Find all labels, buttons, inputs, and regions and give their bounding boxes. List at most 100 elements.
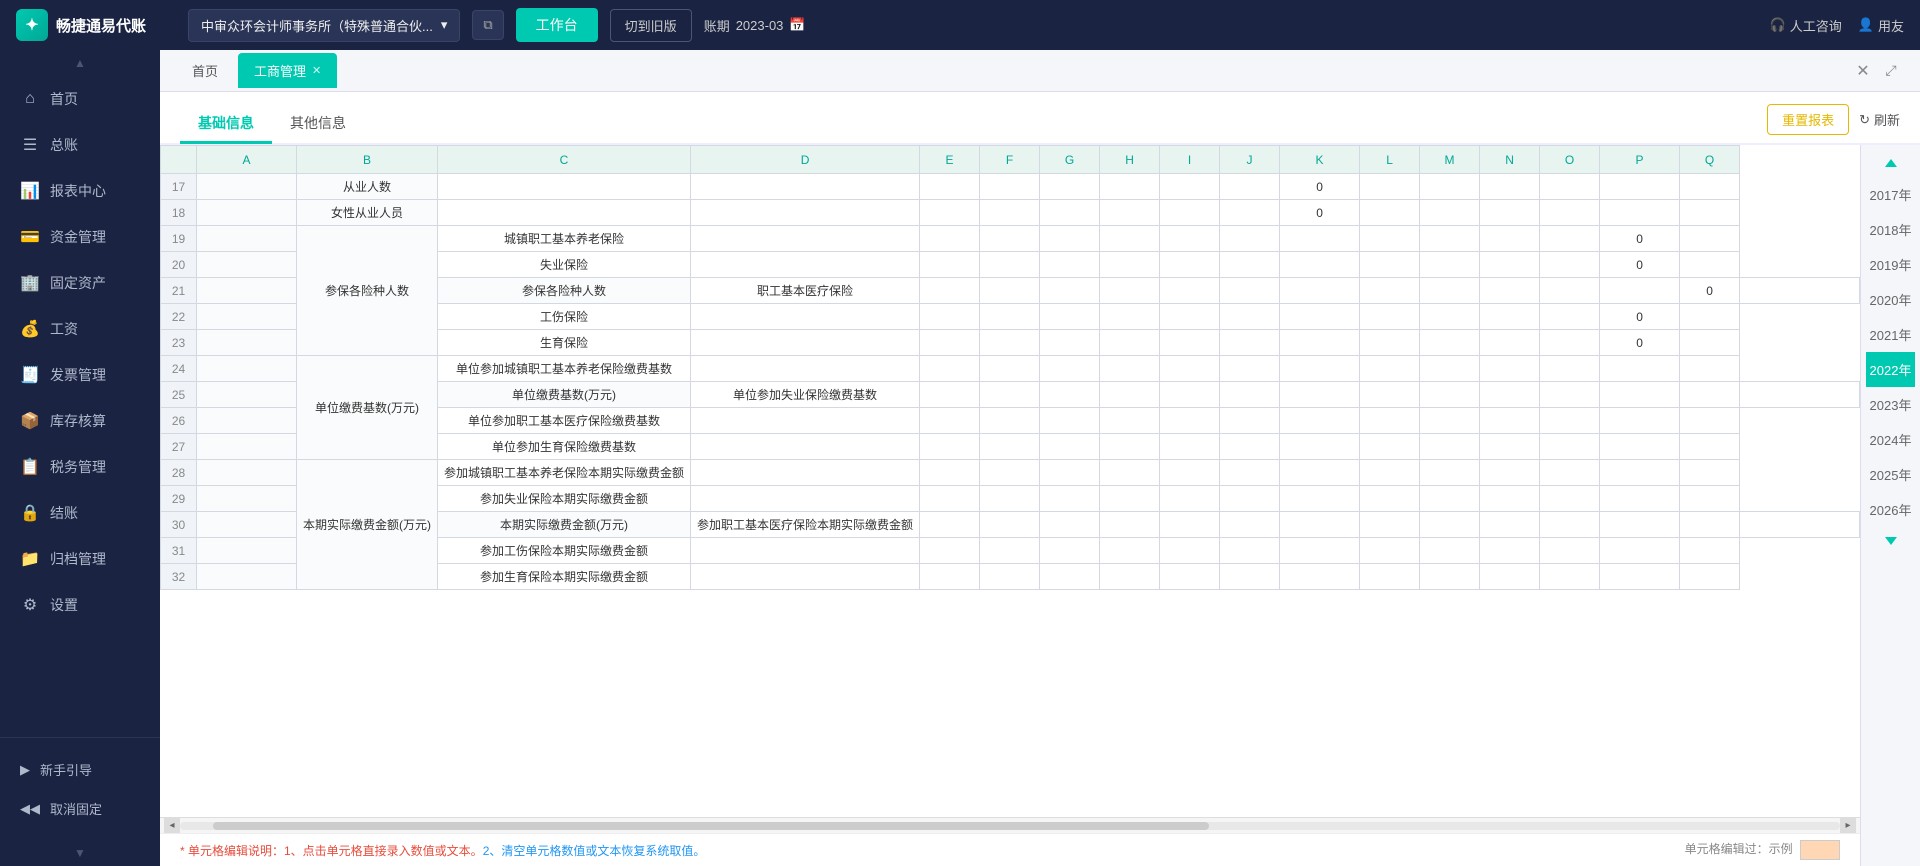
cell-b[interactable]: 本期实际缴费金额(万元)	[438, 512, 691, 538]
cell-n[interactable]	[1540, 382, 1600, 408]
sidebar-item-unpin[interactable]: ◀◀ 取消固定	[0, 789, 160, 828]
cell-g[interactable]	[1040, 564, 1100, 590]
cell-f[interactable]	[980, 330, 1040, 356]
cell-q[interactable]	[1680, 330, 1740, 356]
cell-d[interactable]	[691, 486, 920, 512]
cell-p[interactable]: 0	[1600, 252, 1680, 278]
cell-e[interactable]	[920, 564, 980, 590]
cell-m[interactable]	[1420, 564, 1480, 590]
cell-g[interactable]	[1040, 226, 1100, 252]
cell-h[interactable]	[1100, 226, 1160, 252]
cell-k[interactable]: 0	[1280, 200, 1360, 226]
company-selector[interactable]: 中审众环会计师事务所（特殊普通合伙... ▾	[188, 9, 460, 42]
cell-g[interactable]	[1040, 538, 1100, 564]
cell-f[interactable]	[980, 538, 1040, 564]
cell-f[interactable]	[980, 356, 1040, 382]
cell-g[interactable]	[1040, 252, 1100, 278]
sub-tab-other[interactable]: 其他信息	[272, 105, 364, 144]
cell-g[interactable]	[1040, 200, 1100, 226]
cell-k[interactable]	[1280, 304, 1360, 330]
cell-n[interactable]	[1480, 434, 1540, 460]
cell-q[interactable]	[1680, 538, 1740, 564]
cell-h[interactable]	[1100, 460, 1160, 486]
cell-l[interactable]	[1360, 486, 1420, 512]
scroll-thumb[interactable]	[213, 822, 1209, 830]
cell-c[interactable]: 城镇职工基本养老保险	[438, 226, 691, 252]
cell-i[interactable]	[1160, 200, 1220, 226]
cell-d[interactable]	[691, 200, 920, 226]
cell-k[interactable]	[1360, 512, 1420, 538]
cell-c[interactable]: 参加生育保险本期实际缴费金额	[438, 564, 691, 590]
service-button[interactable]: 🎧 人工咨询	[1770, 16, 1842, 35]
cell-g[interactable]	[1040, 486, 1100, 512]
cell-e[interactable]	[920, 226, 980, 252]
cell-k[interactable]	[1280, 434, 1360, 460]
cell-h[interactable]	[1100, 434, 1160, 460]
cell-h[interactable]	[1100, 252, 1160, 278]
cell-m[interactable]	[1480, 382, 1540, 408]
year-item-2021[interactable]: 2021年	[1866, 317, 1916, 352]
cell-k[interactable]	[1280, 252, 1360, 278]
cell-b[interactable]: 参保各险种人数	[297, 226, 438, 356]
cell-b[interactable]: 女性从业人员	[297, 200, 438, 226]
cell-i[interactable]	[1160, 486, 1220, 512]
cell-o[interactable]	[1540, 200, 1600, 226]
cell-p[interactable]	[1680, 512, 1740, 538]
cell-b[interactable]: 单位缴费基数(万元)	[438, 382, 691, 408]
cell-i[interactable]	[1160, 330, 1220, 356]
cell-i[interactable]	[1160, 304, 1220, 330]
cell-n[interactable]	[1480, 538, 1540, 564]
cell-p[interactable]	[1680, 382, 1740, 408]
cell-f[interactable]	[980, 200, 1040, 226]
cell-a[interactable]	[197, 356, 297, 382]
sidebar-item-capital[interactable]: 💳资金管理	[0, 214, 160, 260]
cell-a[interactable]	[197, 278, 297, 304]
cell-e[interactable]	[920, 304, 980, 330]
cell-b[interactable]: 单位缴费基数(万元)	[297, 356, 438, 460]
cell-j[interactable]	[1220, 538, 1280, 564]
cell-a[interactable]	[197, 330, 297, 356]
cell-p[interactable]	[1600, 460, 1680, 486]
cell-l[interactable]	[1360, 200, 1420, 226]
cell-g[interactable]	[1040, 408, 1100, 434]
cell-o[interactable]	[1540, 304, 1600, 330]
cell-d[interactable]	[691, 564, 920, 590]
cell-k[interactable]	[1280, 226, 1360, 252]
cell-o[interactable]	[1540, 564, 1600, 590]
cell-f[interactable]	[1040, 512, 1100, 538]
cell-l[interactable]	[1360, 252, 1420, 278]
cell-q[interactable]	[1740, 278, 1860, 304]
cell-i[interactable]	[1220, 278, 1280, 304]
copy-button[interactable]: ⧉	[472, 10, 503, 40]
cell-l[interactable]	[1420, 382, 1480, 408]
cell-a[interactable]	[197, 512, 297, 538]
cell-l[interactable]	[1360, 434, 1420, 460]
cell-g[interactable]	[1040, 304, 1100, 330]
cell-c[interactable]	[438, 174, 691, 200]
cell-d[interactable]	[920, 382, 980, 408]
cell-d[interactable]	[691, 174, 920, 200]
year-item-2020[interactable]: 2020年	[1866, 282, 1916, 317]
cell-d[interactable]	[691, 330, 920, 356]
cell-i[interactable]	[1160, 356, 1220, 382]
cell-e[interactable]	[920, 486, 980, 512]
cell-p[interactable]	[1600, 408, 1680, 434]
cell-n[interactable]	[1480, 460, 1540, 486]
cell-d[interactable]	[691, 304, 920, 330]
cell-j[interactable]	[1220, 356, 1280, 382]
cell-q[interactable]	[1740, 382, 1860, 408]
cell-e[interactable]	[920, 408, 980, 434]
cell-f[interactable]	[1040, 382, 1100, 408]
cell-p[interactable]	[1600, 538, 1680, 564]
cell-i[interactable]	[1220, 512, 1280, 538]
year-item-2022[interactable]: 2022年	[1866, 352, 1916, 387]
cell-m[interactable]	[1480, 512, 1540, 538]
cell-c[interactable]: 失业保险	[438, 252, 691, 278]
sidebar-item-settings[interactable]: ⚙设置	[0, 582, 160, 628]
cell-i[interactable]	[1160, 174, 1220, 200]
cell-c[interactable]: 参加失业保险本期实际缴费金额	[438, 486, 691, 512]
year-item-2017[interactable]: 2017年	[1866, 177, 1916, 212]
scroll-right-button[interactable]: ▸	[1840, 818, 1856, 834]
cell-h[interactable]	[1100, 564, 1160, 590]
cell-h[interactable]	[1100, 538, 1160, 564]
